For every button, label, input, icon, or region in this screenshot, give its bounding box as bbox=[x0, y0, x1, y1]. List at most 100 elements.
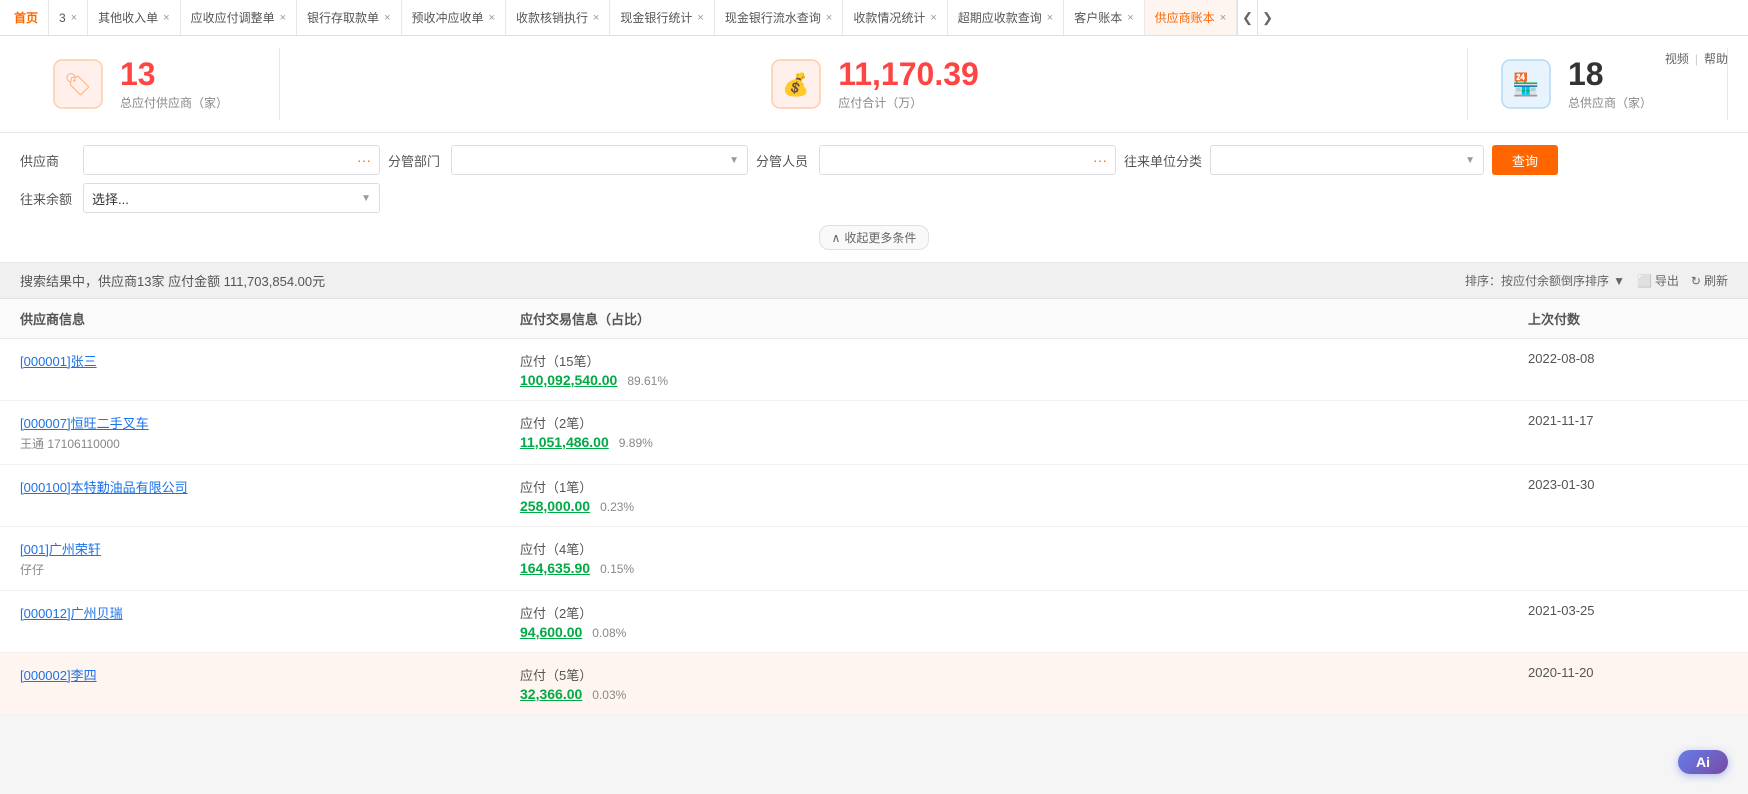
person-input[interactable] bbox=[828, 153, 1093, 168]
supplier-input[interactable] bbox=[92, 153, 357, 168]
tx-label-6: 应付（5笔） bbox=[520, 665, 1528, 684]
last-payment-1: 2022-08-08 bbox=[1528, 351, 1728, 366]
sort-label: 排序：按应付余额倒序排序 bbox=[1465, 272, 1609, 289]
nav-tab-collection-stat[interactable]: 收款情况统计 × bbox=[843, 0, 947, 36]
supplier-link-6[interactable]: [000002]李四 bbox=[20, 665, 520, 684]
close-icon[interactable]: × bbox=[163, 12, 169, 24]
close-icon[interactable]: × bbox=[489, 12, 495, 24]
tx-percent-6: 0.03% bbox=[592, 688, 626, 702]
tx-amount-3[interactable]: 258,000.00 bbox=[520, 498, 590, 514]
nav-tab-home[interactable]: 首页 bbox=[4, 0, 49, 36]
nav-tab-bank-deposit[interactable]: 银行存取款单 × bbox=[297, 0, 401, 36]
tx-amount-6[interactable]: 32,366.00 bbox=[520, 686, 582, 702]
supplier-sub-4: 仔仔 bbox=[20, 561, 520, 578]
tx-row-6: 32,366.00 0.03% bbox=[520, 684, 1528, 702]
close-icon[interactable]: × bbox=[593, 12, 599, 24]
nav-tab-prepay[interactable]: 预收冲应收单 × bbox=[402, 0, 506, 36]
total-suppliers-number: 18 bbox=[1568, 58, 1652, 90]
cash-bank-stat-label: 现金银行统计 bbox=[620, 9, 692, 26]
supplier-info-5: [000012]广州贝瑞 bbox=[20, 603, 520, 622]
home-tab-label: 首页 bbox=[14, 9, 38, 26]
header-supplier: 供应商信息 bbox=[20, 309, 520, 328]
nav-tab-other-income[interactable]: 其他收入单 × bbox=[88, 0, 180, 36]
close-icon[interactable]: × bbox=[1047, 12, 1053, 24]
supplier-input-wrap: ··· bbox=[83, 145, 380, 175]
refresh-label: 刷新 bbox=[1704, 272, 1728, 289]
nav-tab-3[interactable]: 3 × bbox=[49, 0, 88, 36]
nav-tab-cash-flow[interactable]: 现金银行流水查询 × bbox=[715, 0, 843, 36]
filter-area: 供应商 ··· 分管部门 ▼ 分管人员 ··· bbox=[0, 133, 1748, 263]
export-label: 导出 bbox=[1655, 272, 1679, 289]
table-row: [000012]广州贝瑞 应付（2笔） 94,600.00 0.08% 2021… bbox=[0, 591, 1748, 653]
results-info: 搜索结果中，供应商13家 应付金额 111,703,854.00元 bbox=[20, 271, 325, 290]
top-right-links: 视频 | 帮助 bbox=[1665, 50, 1728, 67]
table-area: 供应商信息 应付交易信息（占比） 上次付数 [000001]张三 应付（15笔）… bbox=[0, 299, 1748, 715]
close-icon[interactable]: × bbox=[384, 12, 390, 24]
ai-button[interactable]: Ai bbox=[1678, 750, 1728, 774]
department-select-wrap[interactable]: ▼ bbox=[451, 145, 748, 175]
supplier-ledger-label: 供应商账本 bbox=[1155, 9, 1215, 26]
prepay-label: 预收冲应收单 bbox=[412, 9, 484, 26]
nav-next-arrow[interactable]: ❯ bbox=[1257, 0, 1277, 36]
svg-text:🏪: 🏪 bbox=[1512, 72, 1539, 97]
tx-amount-1[interactable]: 100,092,540.00 bbox=[520, 372, 617, 388]
sort-select[interactable]: 排序：按应付余额倒序排序 ▼ bbox=[1465, 272, 1625, 289]
tx-amount-5[interactable]: 94,600.00 bbox=[520, 624, 582, 640]
filter-row-2: 往来余额 选择... ▼ bbox=[20, 183, 1728, 213]
balance-select-wrap[interactable]: 选择... ▼ bbox=[83, 183, 380, 213]
nav-prev-arrow[interactable]: ❮ bbox=[1237, 0, 1257, 36]
export-button[interactable]: ⬜ 导出 bbox=[1637, 272, 1679, 289]
close-icon[interactable]: × bbox=[1127, 12, 1133, 24]
payable-amount-number: 11,170.39 bbox=[838, 58, 979, 90]
nav-tab-overdue[interactable]: 超期应收款查询 × bbox=[948, 0, 1064, 36]
close-icon[interactable]: × bbox=[930, 12, 936, 24]
close-icon[interactable]: × bbox=[826, 12, 832, 24]
category-chevron-icon: ▼ bbox=[1465, 155, 1475, 166]
cash-flow-label: 现金银行流水查询 bbox=[725, 9, 821, 26]
tx-label-1: 应付（15笔） bbox=[520, 351, 1528, 370]
refresh-button[interactable]: ↻ 刷新 bbox=[1691, 272, 1728, 289]
tx-label-2: 应付（2笔） bbox=[520, 413, 1528, 432]
close-icon[interactable]: × bbox=[1220, 12, 1226, 24]
table-header: 供应商信息 应付交易信息（占比） 上次付数 bbox=[0, 299, 1748, 339]
supplier-filter: 供应商 ··· bbox=[20, 145, 380, 175]
close-icon[interactable]: × bbox=[697, 12, 703, 24]
nav-tab-adjustment[interactable]: 应收应付调整单 × bbox=[181, 0, 297, 36]
help-link[interactable]: 帮助 bbox=[1704, 50, 1728, 67]
results-bar: 搜索结果中，供应商13家 应付金额 111,703,854.00元 排序：按应付… bbox=[0, 263, 1748, 299]
tx-percent-4: 0.15% bbox=[600, 562, 634, 576]
supplier-link-2[interactable]: [000007]恒旺二手叉车 bbox=[20, 413, 520, 432]
collapse-button[interactable]: ∧ 收起更多条件 bbox=[819, 225, 930, 250]
supplier-link-4[interactable]: [001]广州荣轩 bbox=[20, 539, 520, 558]
nav-tab-cash-bank-stat[interactable]: 现金银行统计 × bbox=[610, 0, 714, 36]
last-payment-date-3: 2023-01-30 bbox=[1528, 477, 1595, 492]
close-icon[interactable]: × bbox=[280, 12, 286, 24]
payable-suppliers-stat: 🏷 13 总应付供应商（家） bbox=[20, 48, 280, 120]
tx-row-4: 164,635.90 0.15% bbox=[520, 558, 1528, 576]
supplier-info-2: [000007]恒旺二手叉车 王通 17106110000 bbox=[20, 413, 520, 452]
nav-tab-collection[interactable]: 收款核销执行 × bbox=[506, 0, 610, 36]
supplier-link-1[interactable]: [000001]张三 bbox=[20, 351, 520, 370]
nav-tab-supplier-ledger[interactable]: 供应商账本 × bbox=[1145, 0, 1237, 36]
table-row: [000001]张三 应付（15笔） 100,092,540.00 89.61%… bbox=[0, 339, 1748, 401]
close-icon[interactable]: × bbox=[71, 12, 77, 24]
tx-amount-2[interactable]: 11,051,486.00 bbox=[520, 434, 609, 450]
nav-tab-customer-ledger[interactable]: 客户账本 × bbox=[1064, 0, 1144, 36]
category-select-wrap[interactable]: ▼ bbox=[1210, 145, 1484, 175]
supplier-link-5[interactable]: [000012]广州贝瑞 bbox=[20, 603, 520, 622]
supplier-dots-btn[interactable]: ··· bbox=[357, 152, 371, 168]
svg-text:💰: 💰 bbox=[783, 72, 810, 98]
last-payment-date-6: 2020-11-20 bbox=[1528, 665, 1594, 680]
svg-text:🏷: 🏷 bbox=[64, 72, 92, 97]
last-payment-6: 2020-11-20 bbox=[1528, 665, 1728, 680]
table-row: [000002]李四 应付（5笔） 32,366.00 0.03% 2020-1… bbox=[0, 653, 1748, 715]
person-dots-btn[interactable]: ··· bbox=[1093, 152, 1107, 168]
supplier-link-3[interactable]: [000100]本特勤油品有限公司 bbox=[20, 477, 520, 496]
balance-chevron-icon: ▼ bbox=[361, 193, 371, 204]
supplier-icon: 🏷 bbox=[50, 56, 106, 112]
top-navigation: 首页 3 × 其他收入单 × 应收应付调整单 × 银行存取款单 × 预收冲应收单… bbox=[0, 0, 1748, 36]
video-link[interactable]: 视频 bbox=[1665, 50, 1689, 67]
tx-amount-4[interactable]: 164,635.90 bbox=[520, 560, 590, 576]
tx-label-5: 应付（2笔） bbox=[520, 603, 1528, 622]
search-button[interactable]: 查询 bbox=[1492, 145, 1558, 175]
